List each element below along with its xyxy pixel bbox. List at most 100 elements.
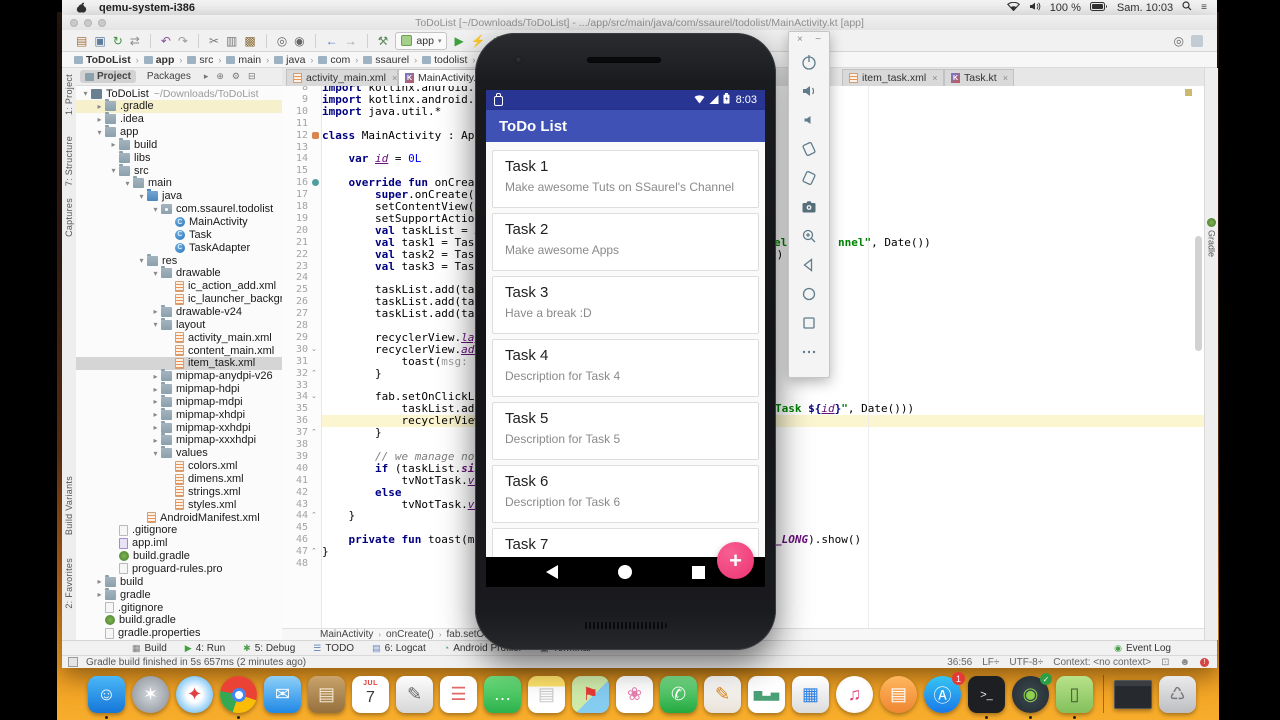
tree-item-drawable-v24[interactable]: ▸ drawable-v24 <box>76 304 282 318</box>
toolwindow-button-6-logcat[interactable]: ▤ 6: Logcat <box>372 643 426 654</box>
tree-disclosure-arrow[interactable]: ▸ <box>150 307 161 316</box>
project-panel-tab-project[interactable]: Project <box>80 70 136 83</box>
inspection-warning-marker[interactable] <box>1185 89 1192 96</box>
context-selector[interactable]: Context: <no context> <box>1053 657 1151 668</box>
line-separator-selector[interactable]: LF÷ <box>982 657 999 668</box>
volume-up-button[interactable] <box>798 80 820 102</box>
dock-contacts-icon[interactable]: ▤ <box>308 676 345 713</box>
screenshot-button[interactable] <box>798 196 820 218</box>
volume-icon[interactable] <box>1029 2 1041 14</box>
tree-item-build-gradle[interactable]: build.gradle <box>76 614 282 627</box>
redo-icon[interactable]: ↷ <box>178 35 188 47</box>
toolwindow-button-build[interactable]: ▦ Build <box>132 643 167 654</box>
tree-item-taskadapter[interactable]: C TaskAdapter <box>76 241 282 254</box>
overview-button[interactable] <box>798 312 820 334</box>
code-line-44[interactable]: } <box>322 510 355 522</box>
code-line-14[interactable]: var id = 0L <box>322 153 422 165</box>
tree-disclosure-arrow[interactable]: ▾ <box>150 449 161 458</box>
rotate-left-button[interactable] <box>798 138 820 160</box>
tree-item-mainactivity[interactable]: C MainActivity <box>76 216 282 229</box>
tree-disclosure-arrow[interactable]: ▾ <box>150 269 161 278</box>
volume-down-button[interactable] <box>798 109 820 131</box>
code-line-37[interactable]: } <box>322 427 382 439</box>
tree-item-gradle-properties[interactable]: gradle.properties <box>76 627 282 640</box>
fold-marker[interactable]: ⌄ <box>311 344 317 356</box>
rotate-right-button[interactable] <box>798 167 820 189</box>
zoom-button[interactable] <box>798 225 820 247</box>
tree-item-build-gradle[interactable]: build.gradle <box>76 550 282 563</box>
android-overview-button[interactable] <box>692 565 705 579</box>
apply-changes-icon[interactable]: ⚡ <box>471 35 486 47</box>
dock-app-store-icon[interactable]: Ⓐ 1 <box>924 672 965 713</box>
editor-scrollbar[interactable] <box>1195 236 1202 351</box>
breadcrumb-item-com[interactable]: com <box>318 54 350 66</box>
tree-item-drawable[interactable]: ▾ drawable <box>76 266 282 280</box>
tree-disclosure-arrow[interactable]: ▾ <box>150 205 161 214</box>
tree-item-layout[interactable]: ▾ layout <box>76 317 282 331</box>
tool-stripe-2-favorites[interactable]: 2: Favorites <box>64 558 74 609</box>
tree-disclosure-arrow[interactable]: ▸ <box>150 436 161 445</box>
back-button[interactable] <box>798 254 820 276</box>
fold-marker[interactable]: ⌃ <box>311 510 317 522</box>
hide-panel-icon[interactable]: ⊟ <box>248 71 256 82</box>
tree-item-values[interactable]: ▾ values <box>76 446 282 460</box>
tree-item-styles-xml[interactable]: styles.xml <box>76 498 282 511</box>
menubar-clock[interactable]: Sam. 10:03 <box>1117 2 1173 14</box>
tree-item-activity-main-xml[interactable]: activity_main.xml <box>76 331 282 344</box>
code-line-32[interactable]: } <box>322 367 382 380</box>
tree-item-build[interactable]: ▸ build <box>76 574 282 588</box>
tree-item-mipmap-mdpi[interactable]: ▸ mipmap-mdpi <box>76 394 282 408</box>
breadcrumb-item-todolist[interactable]: todolist <box>422 54 467 66</box>
dock-mail-icon[interactable]: ✉ <box>264 676 301 713</box>
tree-item-res[interactable]: ▾ res <box>76 253 282 267</box>
tool-stripe-7-structure[interactable]: 7: Structure <box>64 136 74 186</box>
tree-disclosure-arrow[interactable]: ▸ <box>150 410 161 419</box>
tree-item-proguard-rules-pro[interactable]: proguard-rules.pro <box>76 562 282 575</box>
collapse-all-icon[interactable]: ⊕ <box>216 71 224 82</box>
tree-item-gradle[interactable]: ▸ gradle <box>76 587 282 601</box>
fold-marker[interactable]: ⌄ <box>311 391 317 403</box>
tree-item-colors-xml[interactable]: colors.xml <box>76 460 282 473</box>
tree-item-src[interactable]: ▾ src <box>76 163 282 177</box>
tree-item-mipmap-xxxhdpi[interactable]: ▸ mipmap-xxxhdpi <box>76 433 282 447</box>
tree-item-com-ssaurel-todolist[interactable]: ▾ com.ssaurel.todolist <box>76 203 282 216</box>
tree-disclosure-arrow[interactable]: ▸ <box>108 140 119 149</box>
tool-stripe-1-project[interactable]: 1: Project <box>64 74 74 115</box>
tree-disclosure-arrow[interactable]: ▾ <box>150 320 161 329</box>
tree-disclosure-arrow[interactable]: ▾ <box>136 192 147 201</box>
code-line-27[interactable]: taskList.add(task3) <box>322 308 501 320</box>
breadcrumb-item-java[interactable]: java <box>274 54 305 66</box>
tree-disclosure-arrow[interactable]: ▾ <box>136 256 147 265</box>
class-gutter-icon[interactable] <box>312 131 319 139</box>
tree-disclosure-arrow[interactable]: ▾ <box>80 89 91 98</box>
window-titlebar[interactable]: ToDoList [~/Downloads/ToDoList] - .../ap… <box>62 15 1217 31</box>
home-button[interactable] <box>798 283 820 305</box>
save-icon[interactable]: ▣ <box>94 35 105 47</box>
tree-item-mipmap-xxhdpi[interactable]: ▸ mipmap-xxhdpi <box>76 420 282 434</box>
tree-item-libs[interactable]: libs <box>76 150 282 164</box>
frontmost-app-name[interactable]: qemu-system-i386 <box>99 2 195 14</box>
tree-item-app[interactable]: ▾ app <box>76 125 282 139</box>
encoding-selector[interactable]: UTF-8÷ <box>1009 657 1043 668</box>
tree-item--idea[interactable]: ▸ .idea <box>76 112 282 126</box>
dock-reminders-icon[interactable]: ☰ <box>440 676 477 713</box>
task-card[interactable]: Task 4 Description for Task 4 <box>492 339 759 397</box>
tree-disclosure-arrow[interactable]: ▾ <box>108 166 119 175</box>
editor-nav-item[interactable]: onCreate() <box>386 629 434 640</box>
tree-item-androidmanifest-xml[interactable]: AndroidManifest.xml <box>76 511 282 524</box>
back-icon[interactable]: ← <box>326 35 338 47</box>
run-icon[interactable]: ▶ <box>454 35 463 47</box>
tree-item--gitignore[interactable]: .gitignore <box>76 524 282 537</box>
forward-icon[interactable]: → <box>345 35 357 47</box>
replace-icon[interactable]: ◉ <box>294 35 304 47</box>
dock-calendar-icon[interactable]: 7 JUL <box>352 676 389 713</box>
task-card[interactable]: Task 1 Make awesome Tuts on SSaurel's Cha… <box>492 150 759 208</box>
tree-item-ic-action-add-xml[interactable]: ic_action_add.xml <box>76 280 282 293</box>
undo-icon[interactable]: ↶ <box>161 35 171 47</box>
tree-item-strings-xml[interactable]: strings.xml <box>76 485 282 498</box>
close-tab-icon[interactable]: × <box>1003 73 1008 83</box>
tree-item-build[interactable]: ▸ build <box>76 137 282 151</box>
project-panel-tab-packages[interactable]: Packages <box>142 70 196 83</box>
build-icon[interactable]: ⚒ <box>378 35 389 47</box>
tree-disclosure-arrow[interactable]: ▸ <box>150 372 161 381</box>
